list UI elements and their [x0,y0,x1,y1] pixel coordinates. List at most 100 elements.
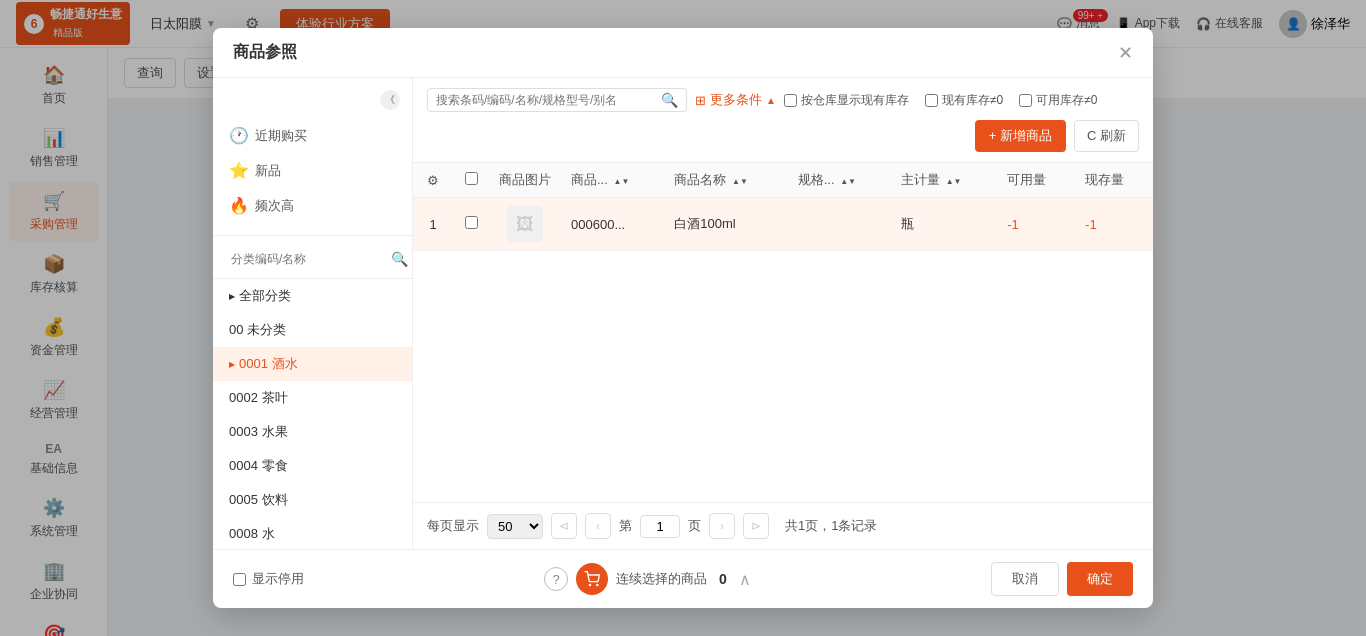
per-page-label: 每页显示 [427,517,479,535]
page-number-input[interactable] [640,515,680,538]
footer-center: ? 连续选择的商品 0 ∧ [544,563,751,595]
frequent-icon: 🔥 [229,196,249,215]
row-stock: -1 [1075,198,1153,251]
quick-nav-frequent-label: 频次高 [255,197,294,215]
show-disabled-input[interactable] [233,573,246,586]
show-by-warehouse-input[interactable] [784,94,797,107]
recent-icon: 🕐 [229,126,249,145]
prev-page-button[interactable]: ‹ [585,513,611,539]
category-item-0008[interactable]: 0008 水 [213,517,412,549]
filter-label: 更多条件 [710,91,762,109]
page-label: 第 [619,517,632,535]
help-icon[interactable]: ? [544,567,568,591]
triangle-icon-0001: ▶ [229,360,235,369]
dialog-footer: 显示停用 ? 连续选择的商品 0 ∧ 取消 确定 [213,549,1153,608]
table-row[interactable]: 1 🖼 000600... [413,198,1153,251]
quick-nav-recent-label: 近期购买 [255,127,307,145]
svg-point-0 [589,584,590,585]
quick-nav-new-label: 新品 [255,162,281,180]
quick-nav-recent[interactable]: 🕐 近期购买 [213,118,412,153]
add-product-button[interactable]: + 新增商品 [975,120,1066,152]
category-search-area: 🔍 [213,240,412,279]
show-disabled-label: 显示停用 [252,570,304,588]
category-item-00[interactable]: 00 未分类 [213,313,412,347]
row-spec [788,198,891,251]
category-search-icon[interactable]: 🔍 [391,251,408,267]
show-by-warehouse-checkbox[interactable]: 按仓库显示现有库存 [784,92,909,109]
filter-collapse-icon: ▲ [766,95,776,106]
dialog-header: 商品参照 ✕ [213,28,1153,78]
col-settings-icon[interactable]: ⚙ [427,173,439,188]
category-item-0003[interactable]: 0003 水果 [213,415,412,449]
table-header-row: ⚙ 商品图片 商品... ▲▼ [413,163,1153,198]
dialog-left-panel: 《 🕐 近期购买 ⭐ 新品 🔥 频次高 [213,78,413,549]
footer-collapse-icon[interactable]: ∧ [739,570,751,589]
first-page-button[interactable]: ⊲ [551,513,577,539]
available-stock-nonzero-checkbox[interactable]: 可用库存≠0 [1019,92,1097,109]
sort-icon-unit: ▲▼ [946,177,962,186]
quick-nav-frequent[interactable]: 🔥 频次高 [213,188,412,223]
confirm-button[interactable]: 确定 [1067,562,1133,596]
row-num: 1 [413,198,453,251]
page-total: 共1页，1条记录 [785,517,877,535]
category-search-input[interactable] [225,248,387,270]
sort-icon-name: ▲▼ [732,177,748,186]
refresh-product-button[interactable]: C 刷新 [1074,120,1139,152]
sort-icon-spec: ▲▼ [840,177,856,186]
quick-nav: 《 🕐 近期购买 ⭐ 新品 🔥 频次高 [213,78,412,231]
cancel-button[interactable]: 取消 [991,562,1059,596]
pagination: 每页显示 20 50 100 ⊲ ‹ 第 页 › ⊳ 共1页，1条记录 [413,502,1153,549]
category-item-0001[interactable]: ▶ 0001 酒水 [213,347,412,381]
svg-point-1 [597,584,598,585]
show-by-warehouse-label: 按仓库显示现有库存 [801,92,909,109]
current-stock-nonzero-input[interactable] [925,94,938,107]
last-page-button[interactable]: ⊳ [743,513,769,539]
page-unit: 页 [688,517,701,535]
triangle-icon-all: ▶ [229,292,235,301]
category-item-all[interactable]: ▶ 全部分类 [213,279,412,313]
toolbar-action-buttons: + 新增商品 C 刷新 [975,120,1139,152]
category-label-all: 全部分类 [239,287,291,305]
quick-nav-new[interactable]: ⭐ 新品 [213,153,412,188]
category-label-00: 00 未分类 [229,321,286,339]
more-filter-button[interactable]: ⊞ 更多条件 ▲ [695,91,776,109]
per-page-select[interactable]: 20 50 100 [487,514,543,539]
product-table-wrap: ⚙ 商品图片 商品... ▲▼ [413,163,1153,502]
current-stock-nonzero-checkbox[interactable]: 现有库存≠0 [925,92,1003,109]
continuous-count: 0 [719,571,727,587]
col-header-check [453,163,489,198]
category-label-0002: 0002 茶叶 [229,389,288,407]
product-search-input[interactable] [436,93,657,107]
category-label-0003: 0003 水果 [229,423,288,441]
row-checkbox[interactable] [465,216,478,229]
cart-button[interactable] [576,563,608,595]
product-image-placeholder: 🖼 [507,206,543,242]
cart-icon [584,571,600,587]
row-check[interactable] [453,198,489,251]
row-code: 000600... [561,198,664,251]
category-item-0002[interactable]: 0002 茶叶 [213,381,412,415]
col-header-available: 可用量 [997,163,1075,198]
row-name: 白酒100ml [664,198,787,251]
available-stock-nonzero-input[interactable] [1019,94,1032,107]
col-header-unit[interactable]: 主计量 ▲▼ [891,163,997,198]
select-all-checkbox[interactable] [465,172,478,185]
dialog-body: 《 🕐 近期购买 ⭐ 新品 🔥 频次高 [213,78,1153,549]
sort-icon-code: ▲▼ [613,177,629,186]
product-table: ⚙ 商品图片 商品... ▲▼ [413,163,1153,251]
category-label-0005: 0005 饮料 [229,491,288,509]
dialog-close-button[interactable]: ✕ [1118,44,1133,62]
show-disabled-checkbox[interactable]: 显示停用 [233,570,304,588]
category-item-0005[interactable]: 0005 饮料 [213,483,412,517]
next-page-button[interactable]: › [709,513,735,539]
col-header-name[interactable]: 商品名称 ▲▼ [664,163,787,198]
left-panel-collapse-button[interactable]: 《 [380,90,400,110]
col-header-spec[interactable]: 规格... ▲▼ [788,163,891,198]
product-search-icon[interactable]: 🔍 [661,92,678,108]
col-header-code[interactable]: 商品... ▲▼ [561,163,664,198]
row-available: -1 [997,198,1075,251]
dialog-right-panel: 🔍 ⊞ 更多条件 ▲ 按仓库显示现有库存 现 [413,78,1153,549]
dialog-title: 商品参照 [233,42,297,63]
category-item-0004[interactable]: 0004 零食 [213,449,412,483]
new-product-icon: ⭐ [229,161,249,180]
